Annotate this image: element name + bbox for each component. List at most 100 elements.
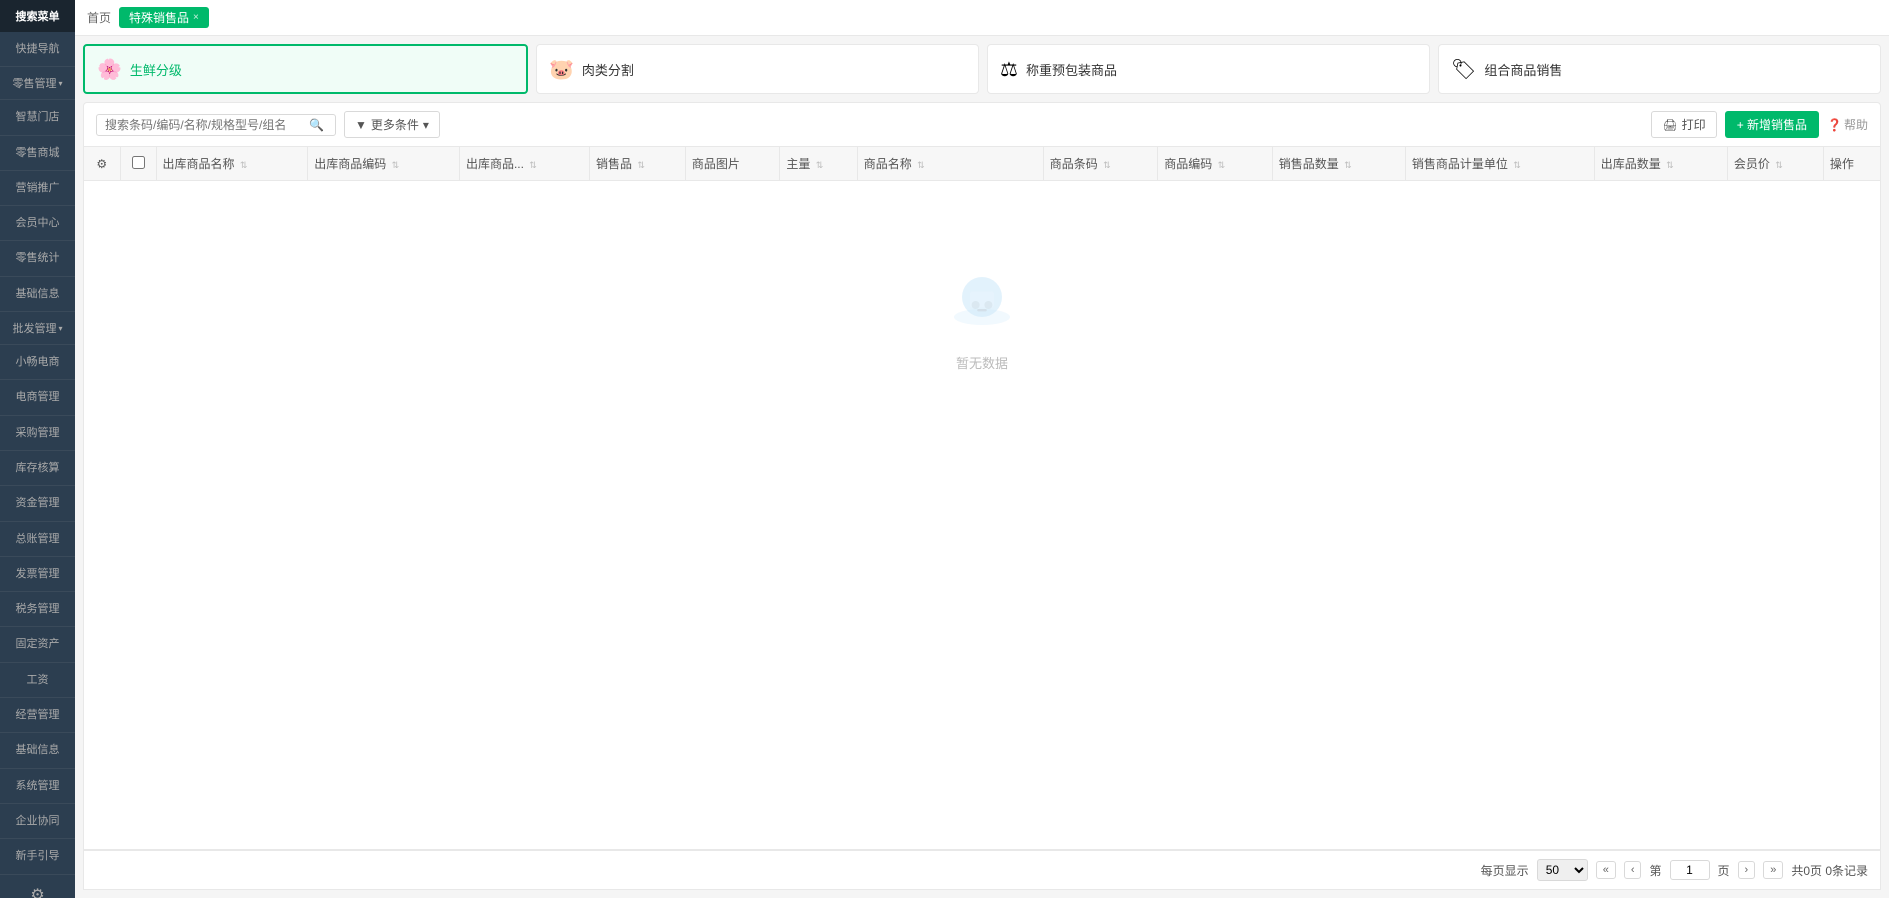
prev-page-button[interactable]: ‹ [1624,861,1642,879]
col-checkbox[interactable] [120,147,156,181]
tab-meat-division[interactable]: 🐷 肉类分割 [536,44,979,94]
sidebar-item-inventory[interactable]: 库存核算 [0,451,75,486]
col-sales-unit[interactable]: 销售商品计量单位 ⇅ [1405,147,1594,181]
sidebar-item-purchase-mgmt[interactable]: 采购管理 [0,416,75,451]
sidebar-item-sales-promo[interactable]: 营销推广 [0,171,75,206]
sidebar-item-company-agreement[interactable]: 企业协同 [0,804,75,839]
sidebar-item-smart-store[interactable]: 智慧门店 [0,100,75,135]
col-sales-product[interactable]: 销售品 ⇅ [589,147,685,181]
sidebar-item-label: 会员中心 [16,216,60,230]
sidebar-item-ops-mgmt[interactable]: 经营管理 [0,698,75,733]
sort-icon: ⇅ [917,160,925,170]
col-product-code[interactable]: 商品编码 ⇅ [1158,147,1273,181]
print-button[interactable]: 🖨 打印 [1651,111,1716,138]
tab-weigh-prepack-label: 称重预包装商品 [1026,60,1117,79]
gear-icon[interactable]: ⚙ [0,875,75,898]
fresh-grade-icon: 🌸 [97,57,122,82]
empty-text: 暂无数据 [956,353,1008,372]
col-operation: 操作 [1823,147,1880,181]
toolbar: 🔍 ▼ 更多条件 ▾ 🖨 打印 + 新增销售品 ❓ 帮助 [83,102,1881,147]
sidebar-item-batch-mgmt[interactable]: 批发管理 ▾ [0,312,75,345]
sidebar-item-label: 税务管理 [16,602,60,616]
sidebar-item-general-ledger[interactable]: 总账管理 [0,522,75,557]
close-tab-icon[interactable]: × [193,12,199,23]
col-out-product-name[interactable]: 出库商品名称 ⇅ [156,147,308,181]
sidebar-item-label: 零售管理 [12,75,56,91]
sort-icon: ⇅ [529,160,537,170]
sort-icon: ⇅ [1103,160,1111,170]
sidebar-item-label: 零售统计 [16,251,60,265]
sidebar-item-sys-mgmt[interactable]: 系统管理 [0,769,75,804]
col-product-barcode[interactable]: 商品条码 ⇅ [1043,147,1158,181]
col-product-name[interactable]: 商品名称 ⇅ [857,147,1043,181]
active-tab-tag[interactable]: 特殊销售品 × [119,7,209,28]
sidebar-item-invoice-mgmt[interactable]: 发票管理 [0,557,75,592]
tab-weigh-prepack[interactable]: ⚖ 称重预包装商品 [987,44,1430,94]
new-sales-product-button[interactable]: + 新增销售品 [1725,111,1819,138]
search-icon[interactable]: 🔍 [309,118,324,132]
tabs-row: 🌸 生鲜分级 🐷 肉类分割 ⚖ 称重预包装商品 🏷 组合商品销售 [83,44,1881,94]
page-number-input[interactable] [1670,860,1710,880]
sidebar-logo[interactable]: 搜索菜单 [0,0,75,32]
sidebar-item-tax-mgmt[interactable]: 税务管理 [0,592,75,627]
col-weight[interactable]: 主量 ⇅ [780,147,857,181]
sidebar-item-retail-stats[interactable]: 零售统计 [0,241,75,276]
sidebar-item-quick-nav[interactable]: 快捷导航 [0,32,75,67]
search-input[interactable] [105,118,305,132]
topbar: 首页 特殊销售品 × [75,0,1889,36]
sort-icon: ⇅ [816,160,824,170]
sort-icon: ⇅ [1344,160,1352,170]
chevron-down-icon: ▾ [58,79,62,88]
print-label: 打印 [1682,116,1706,133]
col-out-product-code[interactable]: 出库商品编码 ⇅ [308,147,460,181]
tab-fresh-grade[interactable]: 🌸 生鲜分级 [83,44,528,94]
print-icon: 🖨 [1662,118,1677,132]
next-page-button[interactable]: › [1738,861,1756,879]
sidebar-item-new-guide[interactable]: 新手引导 [0,839,75,874]
sidebar-item-label: 库存核算 [16,461,60,475]
page-size-select[interactable]: 10 20 50 100 [1537,859,1588,881]
home-link[interactable]: 首页 [87,9,111,26]
sidebar-item-basic-info-2[interactable]: 基础信息 [0,733,75,768]
sidebar-item-label: 总账管理 [16,532,60,546]
sidebar-item-retail-mall[interactable]: 零售商城 [0,136,75,171]
sidebar-item-mini-ecom[interactable]: 小畅电商 [0,345,75,380]
sidebar-item-label: 基础信息 [16,287,60,301]
sidebar-item-ecom-mgmt[interactable]: 电商管理 [0,380,75,415]
first-page-button[interactable]: « [1596,861,1616,879]
tab-combo-sales[interactable]: 🏷 组合商品销售 [1438,44,1881,94]
sidebar-item-label: 经营管理 [16,708,60,722]
sidebar-item-fixed-assets[interactable]: 固定资产 [0,627,75,662]
sidebar-item-finance-mgmt[interactable]: 资金管理 [0,486,75,521]
sidebar-item-salary[interactable]: 工资 [0,663,75,698]
sidebar-item-label: 发票管理 [16,567,60,581]
sidebar-item-basic-info-1[interactable]: 基础信息 [0,277,75,312]
help-label: 帮助 [1844,116,1868,133]
col-sales-qty[interactable]: 销售品数量 ⇅ [1272,147,1405,181]
sidebar-item-label: 采购管理 [16,426,60,440]
empty-illustration [942,261,1022,341]
sidebar-item-label: 智慧门店 [16,110,60,124]
col-product-image[interactable]: 商品图片 [685,147,780,181]
sidebar-item-label: 快捷导航 [16,42,60,56]
sidebar-item-member-center[interactable]: 会员中心 [0,206,75,241]
sidebar-item-label: 小畅电商 [16,355,60,369]
select-all-checkbox[interactable] [132,156,145,169]
col-out-product-x[interactable]: 出库商品... ⇅ [459,147,589,181]
col-settings[interactable]: ⚙ [84,147,120,181]
filter-button[interactable]: ▼ 更多条件 ▾ [344,111,440,138]
sort-icon: ⇅ [240,160,248,170]
col-member-price[interactable]: 会员价 ⇅ [1727,147,1823,181]
col-out-qty[interactable]: 出库品数量 ⇅ [1594,147,1727,181]
filter-arrow-icon: ▾ [423,118,429,132]
filter-icon: ▼ [355,118,367,132]
help-button[interactable]: ❓ 帮助 [1827,116,1868,133]
sidebar: 搜索菜单 快捷导航 零售管理 ▾ 智慧门店 零售商城 营销推广 会员中心 零售统… [0,0,75,898]
sidebar-item-retail-mgmt[interactable]: 零售管理 ▾ [0,67,75,100]
sidebar-item-label: 新手引导 [16,849,60,863]
pagination-bar: 每页显示 10 20 50 100 « ‹ 第 页 › » 共0页 0条记录 [83,850,1881,890]
last-page-button[interactable]: » [1763,861,1783,879]
sidebar-item-label: 固定资产 [16,637,60,651]
sidebar-item-label: 资金管理 [16,496,60,510]
main-content: 首页 特殊销售品 × 🌸 生鲜分级 🐷 肉类分割 ⚖ 称重预包装商品 🏷 组合商… [75,0,1889,898]
